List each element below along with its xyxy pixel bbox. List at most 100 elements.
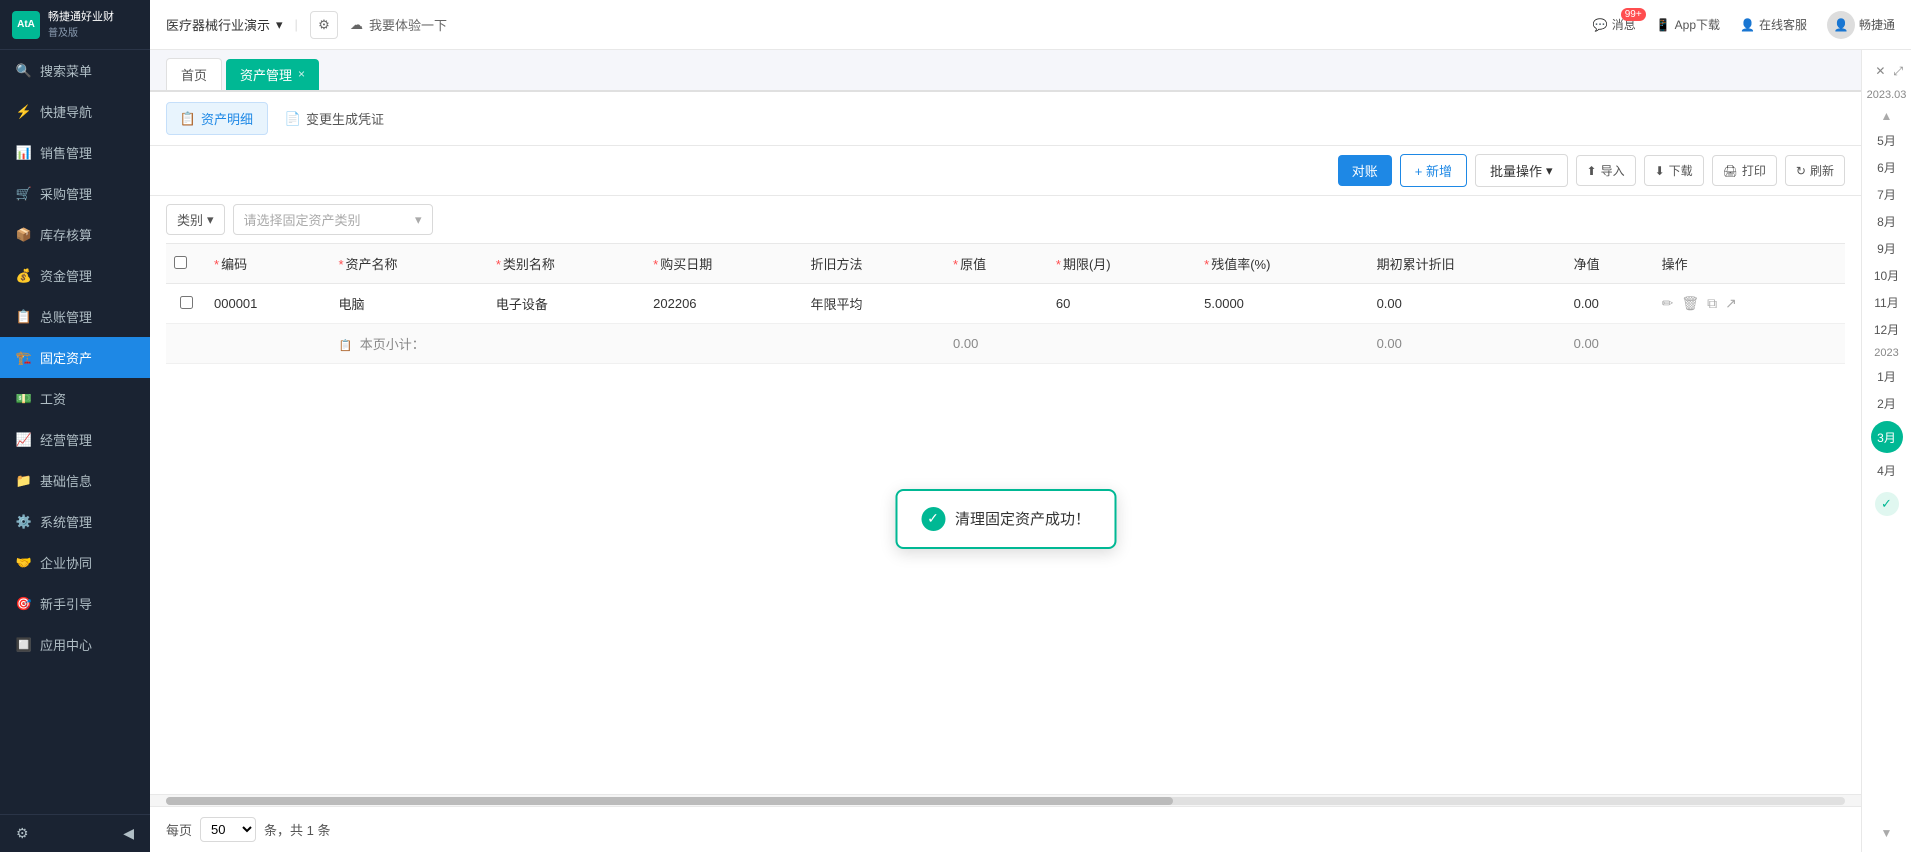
sidebar-item-purchase[interactable]: 🛒 采购管理: [0, 173, 150, 214]
topbar: 医疗器械行业演示 ▾ | ⚙ ☁ 我要体验一下 💬 消息 99+ 📱 App下载…: [150, 0, 1911, 50]
active-month-container: 3月: [1871, 417, 1903, 457]
category-value-select[interactable]: 请选择固定资产类别 ▾: [233, 204, 433, 235]
right-panel-down-icon[interactable]: ▼: [1877, 822, 1897, 844]
month-2[interactable]: 2月: [1868, 390, 1906, 417]
scrollbar-track[interactable]: [166, 797, 1845, 805]
sidebar-label-sales: 销售管理: [40, 143, 92, 162]
experience-button[interactable]: ☁ 我要体验一下: [350, 15, 447, 34]
month-7[interactable]: 7月: [1868, 181, 1906, 208]
sub-tab-generate-voucher[interactable]: 📄 变更生成凭证: [272, 103, 398, 134]
scrollbar-thumb[interactable]: [166, 797, 1173, 805]
month-11[interactable]: 11月: [1868, 289, 1906, 316]
batch-ops-button[interactable]: 批量操作 ▾: [1475, 154, 1568, 187]
sidebar-item-system[interactable]: ⚙️ 系统管理: [0, 501, 150, 542]
import-icon: ⬆: [1587, 164, 1597, 178]
copy-icon[interactable]: ⧉: [1707, 295, 1717, 312]
content-area: 首页 资产管理 × 📋 资产明细 📄 变更生成凭证: [150, 50, 1911, 852]
collapse-icon[interactable]: ◀: [123, 825, 134, 842]
sidebar-icon-quick-nav: ⚡: [16, 104, 32, 120]
toolbar: 对账 + 新增 批量操作 ▾ ⬆ 导入 ⬇ 下载: [150, 146, 1861, 196]
sidebar-label-app-center: 应用中心: [40, 635, 92, 654]
month-5[interactable]: 5月: [1868, 127, 1906, 154]
user-area[interactable]: 👤 畅捷通: [1827, 11, 1895, 39]
month-12[interactable]: 12月: [1868, 316, 1906, 343]
sidebar-label-enterprise: 企业协同: [40, 553, 92, 572]
per-page-select[interactable]: 50 100 200: [200, 817, 256, 842]
panel-expand-icon[interactable]: ⤢: [1891, 62, 1905, 81]
sidebar-item-quick-nav[interactable]: ⚡ 快捷导航: [0, 91, 150, 132]
settings-icon[interactable]: ⚙: [16, 825, 29, 842]
sidebar-logo-icon: AtA: [12, 11, 40, 39]
sidebar-item-ledger[interactable]: 📋 总账管理: [0, 296, 150, 337]
download-button[interactable]: ⬇ 下载: [1644, 155, 1704, 186]
delete-icon[interactable]: 🗑: [1681, 295, 1699, 312]
col-initial-accum-depr: 期初累计折旧: [1369, 244, 1566, 284]
year-2023-label: 2023: [1874, 343, 1898, 363]
tab-asset-manage[interactable]: 资产管理 ×: [226, 59, 319, 90]
month-4[interactable]: 4月: [1868, 457, 1906, 484]
cloud-icon: ☁: [350, 17, 363, 33]
toast-success-icon: ✓: [921, 507, 945, 531]
subtotal-label: 本页小计：: [360, 337, 425, 352]
topbar-right: 💬 消息 99+ 📱 App下载 👤 在线客服 👤 畅捷通: [1593, 11, 1895, 39]
print-button[interactable]: 🖨 打印: [1712, 155, 1777, 186]
sidebar-icon-capital: 💰: [16, 268, 32, 284]
main-area: 医疗器械行业演示 ▾ | ⚙ ☁ 我要体验一下 💬 消息 99+ 📱 App下载…: [150, 0, 1911, 852]
sidebar-item-fixed-assets[interactable]: 🏗️ 固定资产: [0, 337, 150, 378]
sub-tab-asset-detail[interactable]: 📋 资产明细: [166, 102, 268, 135]
reconcile-button[interactable]: 对账: [1338, 155, 1392, 186]
refresh-button[interactable]: ↻ 刷新: [1785, 155, 1845, 186]
sidebar-item-enterprise[interactable]: 🤝 企业协同: [0, 542, 150, 583]
sidebar-item-inventory[interactable]: 📦 库存核算: [0, 214, 150, 255]
sidebar-label-fixed-assets: 固定资产: [40, 348, 92, 367]
online-service-button[interactable]: 👤 在线客服: [1740, 16, 1807, 33]
sidebar-item-sales[interactable]: 📊 销售管理: [0, 132, 150, 173]
sidebar-scroll: 🔍 搜索菜单 ⚡ 快捷导航 📊 销售管理 🛒 采购管理 📦 库存核算 💰 资金管…: [0, 50, 150, 814]
sidebar-item-search[interactable]: 🔍 搜索菜单: [0, 50, 150, 91]
tab-close-icon[interactable]: ×: [298, 67, 305, 81]
sidebar-item-guide[interactable]: 🎯 新手引导: [0, 583, 150, 624]
panel-check-icon[interactable]: ✓: [1875, 492, 1899, 516]
col-residual-rate: *残值率(%): [1196, 244, 1368, 284]
row-checkbox[interactable]: [180, 296, 193, 309]
month-6[interactable]: 6月: [1868, 154, 1906, 181]
import-label: 导入: [1601, 162, 1625, 179]
edit-icon[interactable]: ✏: [1662, 295, 1674, 312]
voucher-icon: 📄: [286, 112, 300, 126]
cell-original-value: [945, 284, 1048, 324]
sidebar-label-guide: 新手引导: [40, 594, 92, 613]
month-3-active[interactable]: 3月: [1871, 421, 1903, 453]
panel-close-icon[interactable]: ✕: [1873, 62, 1887, 81]
toolbar-right: 对账 + 新增 批量操作 ▾ ⬆ 导入 ⬇ 下载: [1338, 154, 1845, 187]
month-8[interactable]: 8月: [1868, 208, 1906, 235]
category-placeholder: 请选择固定资产类别: [244, 210, 361, 229]
add-new-button[interactable]: + 新增: [1400, 154, 1467, 187]
select-all-checkbox[interactable]: [174, 256, 187, 269]
sidebar-item-app-center[interactable]: 🔲 应用中心: [0, 624, 150, 665]
sidebar-item-capital[interactable]: 💰 资金管理: [0, 255, 150, 296]
month-9[interactable]: 9月: [1868, 235, 1906, 262]
sidebar-label-capital: 资金管理: [40, 266, 92, 285]
tab-home[interactable]: 首页: [166, 58, 222, 90]
settings-button[interactable]: ⚙: [310, 11, 338, 39]
category-select[interactable]: 类别 ▾: [166, 204, 225, 235]
sidebar-item-basic-info[interactable]: 📁 基础信息: [0, 460, 150, 501]
asset-detail-icon: 📋: [181, 112, 195, 126]
import-button[interactable]: ⬆ 导入: [1576, 155, 1636, 186]
sidebar-header: AtA 畅捷通好业财 普及版: [0, 0, 150, 50]
sidebar-label-ledger: 总账管理: [40, 307, 92, 326]
message-button[interactable]: 💬 消息 99+: [1593, 16, 1636, 33]
sidebar-item-salary[interactable]: 💵 工资: [0, 378, 150, 419]
month-10[interactable]: 10月: [1868, 262, 1906, 289]
more-icon[interactable]: ↗: [1725, 295, 1737, 312]
month-1[interactable]: 1月: [1868, 363, 1906, 390]
company-selector[interactable]: 医疗器械行业演示 ▾: [166, 15, 283, 34]
sidebar: AtA 畅捷通好业财 普及版 🔍 搜索菜单 ⚡ 快捷导航 📊 销售管理 🛒 采购…: [0, 0, 150, 852]
inner-page: 📋 资产明细 📄 变更生成凭证 对账 + 新增 批量操作: [150, 90, 1861, 852]
data-table: *编码 *资产名称 *类别名称 *购买日期 折旧方法 *原值 *期限(月) *残…: [166, 243, 1845, 364]
sidebar-label-search: 搜索菜单: [40, 61, 92, 80]
subtotal-net: 0.00: [1566, 324, 1654, 364]
sidebar-item-operations[interactable]: 📈 经营管理: [0, 419, 150, 460]
app-download-button[interactable]: 📱 App下载: [1656, 16, 1720, 33]
right-panel-up-icon[interactable]: ▲: [1877, 105, 1897, 127]
